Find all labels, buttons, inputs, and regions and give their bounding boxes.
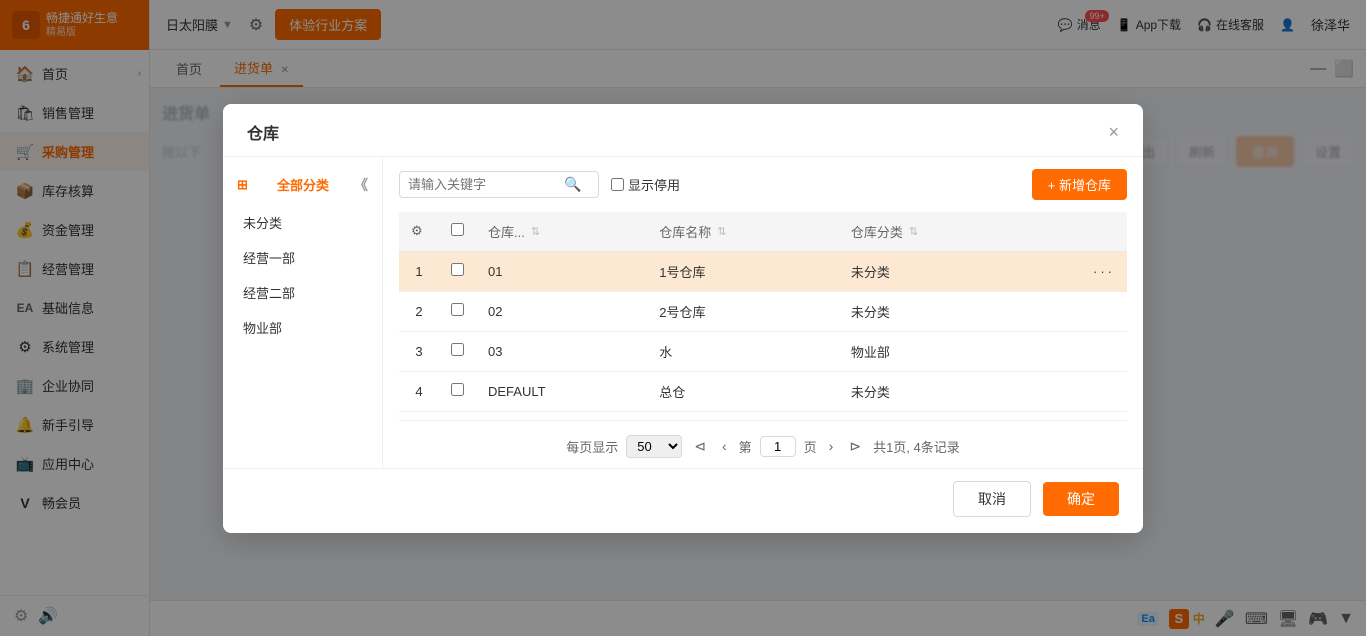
category-label: 未分类	[243, 216, 282, 231]
th-category[interactable]: 仓库分类 ⇅	[839, 212, 1031, 252]
row-name: 总仓	[647, 371, 839, 411]
warehouse-table: ⚙ 仓库... ⇅	[399, 212, 1127, 412]
grid-icon: ⊞	[237, 177, 248, 193]
row-actions[interactable]: ···	[1030, 251, 1127, 291]
search-box: 🔍	[399, 171, 599, 198]
modal-body: ⊞ 全部分类 《 未分类 经营一部 经营二部 物业部	[223, 157, 1143, 468]
category-dept2[interactable]: 经营二部	[223, 275, 382, 310]
row-index: 4	[399, 371, 439, 411]
show-disabled-text: 显示停用	[628, 175, 680, 194]
cancel-button[interactable]: 取消	[953, 481, 1031, 517]
first-page-button[interactable]: ⊲	[690, 436, 710, 457]
row-check[interactable]	[439, 291, 476, 331]
table-container: ⚙ 仓库... ⇅	[399, 212, 1127, 412]
warehouse-modal: 仓库 × ⊞ 全部分类 《 未分类 经营一部 经营二部	[223, 104, 1143, 533]
row-category: 未分类	[839, 371, 1031, 411]
row-actions[interactable]	[1030, 371, 1127, 411]
modal-toolbar: 🔍 显示停用 + 新增仓库	[399, 169, 1127, 200]
row-check[interactable]	[439, 331, 476, 371]
per-page-label: 每页显示	[566, 437, 618, 456]
confirm-button[interactable]: 确定	[1043, 482, 1119, 516]
prev-page-button[interactable]: ‹	[718, 436, 731, 456]
next-page-button[interactable]: ›	[825, 436, 838, 456]
all-categories-item[interactable]: ⊞ 全部分类 《	[223, 169, 382, 205]
search-input[interactable]	[408, 177, 558, 192]
show-disabled-label[interactable]: 显示停用	[611, 175, 680, 194]
per-page-select[interactable]: 50 10 20 100	[626, 435, 682, 458]
th-code[interactable]: 仓库... ⇅	[476, 212, 647, 252]
row-check[interactable]	[439, 251, 476, 291]
row-category: 物业部	[839, 331, 1031, 371]
modal-footer: 取消 确定	[223, 468, 1143, 533]
show-disabled-checkbox[interactable]	[611, 178, 624, 191]
table-body: 1 01 1号仓库 未分类 ··· 2	[399, 251, 1127, 411]
table-row[interactable]: 2 02 2号仓库 未分类	[399, 291, 1127, 331]
page-label: 第	[739, 437, 752, 456]
th-name[interactable]: 仓库名称 ⇅	[647, 212, 839, 252]
modal-right-panel: 🔍 显示停用 + 新增仓库 ⚙	[383, 157, 1143, 468]
table-row[interactable]: 1 01 1号仓库 未分类 ···	[399, 251, 1127, 291]
category-property[interactable]: 物业部	[223, 310, 382, 345]
add-warehouse-button[interactable]: + 新增仓库	[1032, 169, 1127, 200]
modal-category-panel: ⊞ 全部分类 《 未分类 经营一部 经营二部 物业部	[223, 157, 383, 468]
row-code: 03	[476, 331, 647, 371]
row-checkbox[interactable]	[451, 303, 464, 316]
select-all-checkbox[interactable]	[451, 223, 464, 236]
sort-icon: ⇅	[909, 225, 918, 238]
row-code: 02	[476, 291, 647, 331]
modal-close-button[interactable]: ×	[1108, 123, 1119, 141]
row-name: 1号仓库	[647, 251, 839, 291]
sort-icon: ⇅	[717, 225, 726, 238]
all-categories-label: 全部分类	[277, 175, 329, 194]
modal-overlay: 仓库 × ⊞ 全部分类 《 未分类 经营一部 经营二部	[0, 0, 1366, 636]
row-code: DEFAULT	[476, 371, 647, 411]
category-label: 经营二部	[243, 286, 295, 301]
th-gear[interactable]: ⚙	[399, 212, 439, 252]
row-category: 未分类	[839, 291, 1031, 331]
modal-header: 仓库 ×	[223, 104, 1143, 157]
row-actions[interactable]	[1030, 331, 1127, 371]
row-checkbox[interactable]	[451, 343, 464, 356]
row-name: 水	[647, 331, 839, 371]
th-actions	[1030, 212, 1127, 252]
category-label: 物业部	[243, 321, 282, 336]
row-checkbox[interactable]	[451, 383, 464, 396]
row-check[interactable]	[439, 371, 476, 411]
category-dept1[interactable]: 经营一部	[223, 240, 382, 275]
collapse-icon[interactable]: 《	[354, 175, 368, 195]
search-icon[interactable]: 🔍	[564, 176, 581, 193]
modal-title: 仓库	[247, 120, 279, 144]
category-label: 经营一部	[243, 251, 295, 266]
row-category: 未分类	[839, 251, 1031, 291]
th-check[interactable]	[439, 212, 476, 252]
total-info: 共1页, 4条记录	[873, 437, 960, 456]
row-actions[interactable]	[1030, 291, 1127, 331]
table-header: ⚙ 仓库... ⇅	[399, 212, 1127, 252]
row-index: 3	[399, 331, 439, 371]
page-unit: 页	[804, 437, 817, 456]
row-index: 1	[399, 251, 439, 291]
table-row[interactable]: 3 03 水 物业部	[399, 331, 1127, 371]
page-input[interactable]	[760, 436, 796, 457]
last-page-button[interactable]: ⊳	[845, 436, 865, 457]
row-checkbox[interactable]	[451, 263, 464, 276]
category-unclassified[interactable]: 未分类	[223, 205, 382, 240]
row-name: 2号仓库	[647, 291, 839, 331]
sort-icon: ⇅	[531, 225, 540, 238]
pagination: 每页显示 50 10 20 100 ⊲ ‹ 第 页 › ⊳ 共1页, 4条记录	[399, 420, 1127, 468]
table-row[interactable]: 4 DEFAULT 总仓 未分类	[399, 371, 1127, 411]
row-index: 2	[399, 291, 439, 331]
row-code: 01	[476, 251, 647, 291]
